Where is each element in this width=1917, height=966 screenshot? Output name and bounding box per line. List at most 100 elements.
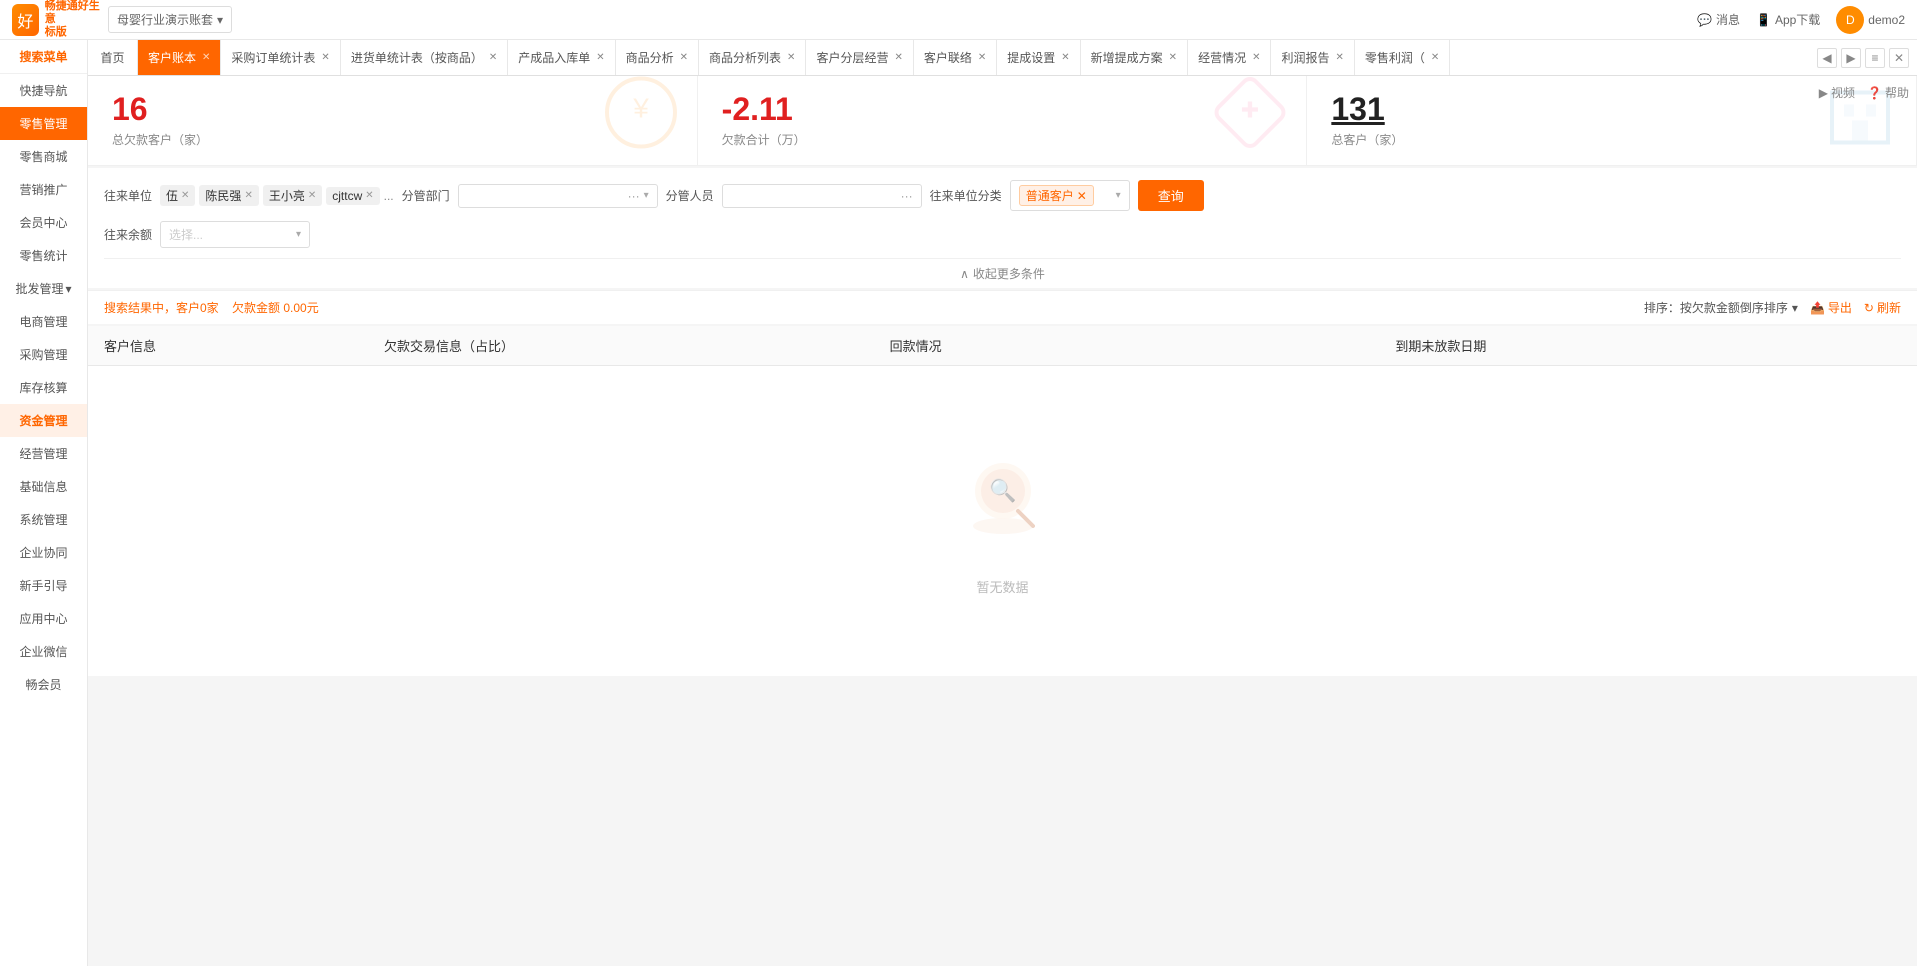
help-label: 帮助 (1885, 84, 1909, 101)
tab-product-analysis[interactable]: 商品分析 ✕ (616, 40, 699, 76)
tab-label: 零售利润（ (1365, 49, 1425, 66)
filter-collapse[interactable]: ∧ 收起更多条件 (104, 258, 1901, 288)
query-button[interactable]: 查询 (1138, 180, 1204, 211)
filter-tag-gu[interactable]: 伍 ✕ (160, 185, 195, 206)
filter-tag-more[interactable]: ... (384, 189, 394, 203)
app-download-btn[interactable]: 📱 App下载 (1756, 11, 1820, 28)
result-bar: 搜索结果中，客户0家 欠款金额 0.00元 排序：按欠款金额倒序排序 ▾ 📤 导… (88, 290, 1917, 324)
tab-close-icon[interactable]: ✕ (1335, 52, 1343, 63)
tab-scroll-left-btn[interactable]: ◀ (1817, 48, 1837, 68)
tab-product-analysis-list[interactable]: 商品分析列表 ✕ (699, 40, 806, 76)
table-header: 客户信息 欠款交易信息（占比） 回款情况 到期未放款日期 (88, 326, 1917, 366)
logo-icon: 好 (12, 4, 39, 36)
tab-purchase-order-stats[interactable]: 采购订单统计表 ✕ (221, 40, 340, 76)
help-btn[interactable]: ❓ 帮助 (1867, 84, 1909, 101)
filter-tag-wang-label: 王小亮 (269, 187, 305, 204)
dept-select[interactable]: ··· ▾ (458, 184, 658, 208)
top-bar: 好 畅捷通好生意标版 母婴行业演示账套 ▾ 💬 消息 📱 App下载 D dem… (0, 0, 1917, 40)
sidebar-item-mkt-promo[interactable]: 营销推广 (0, 173, 87, 206)
sidebar-item-capital-mgmt[interactable]: 资金管理 (0, 404, 87, 437)
tab-label: 客户联络 (924, 49, 972, 66)
tab-close-icon[interactable]: ✕ (596, 52, 604, 63)
tab-new-scheme[interactable]: 新增提成方案 ✕ (1081, 40, 1188, 76)
tenant-selector[interactable]: 母婴行业演示账套 ▾ (108, 6, 232, 33)
video-btn[interactable]: ▶ 视频 (1819, 84, 1855, 101)
tab-customer-segment[interactable]: 客户分层经营 ✕ (806, 40, 913, 76)
tab-customer-account[interactable]: 客户账本 ✕ (138, 40, 221, 76)
sidebar-item-corp-wechat[interactable]: 企业微信 (0, 635, 87, 668)
stat-debit-customers: ¥ 16 总欠款客户（家） (88, 76, 698, 165)
message-btn[interactable]: 💬 消息 (1697, 11, 1740, 28)
export-btn[interactable]: 📤 导出 (1810, 299, 1852, 316)
refresh-btn[interactable]: ↻ 刷新 (1864, 299, 1901, 316)
tab-close-all-btn[interactable]: ✕ (1889, 48, 1909, 68)
tab-close-icon[interactable]: ✕ (680, 52, 688, 63)
sidebar-item-batch-mgmt[interactable]: 批发管理 ▾ (0, 272, 87, 305)
tab-close-icon[interactable]: ✕ (1169, 52, 1177, 63)
sidebar-search-btn[interactable]: 搜索菜单 (0, 40, 87, 74)
tab-close-icon[interactable]: ✕ (1431, 52, 1439, 63)
tab-close-icon[interactable]: ✕ (1252, 52, 1260, 63)
app-label: App下载 (1775, 11, 1820, 28)
tab-ops-overview[interactable]: 经营情况 ✕ (1188, 40, 1271, 76)
sidebar-item-retail-mgmt[interactable]: 零售管理 (0, 107, 87, 140)
collapse-btn[interactable]: ∧ 收起更多条件 (960, 265, 1045, 282)
tab-more-btn[interactable]: ≡ (1865, 48, 1885, 68)
tab-close-icon[interactable]: ✕ (489, 52, 497, 63)
logo-text: 畅捷通好生意标版 (45, 0, 100, 39)
tab-bar-controls: ◀ ▶ ≡ ✕ (1809, 48, 1917, 68)
tab-close-icon[interactable]: ✕ (787, 52, 795, 63)
sidebar-item-ops-mgmt[interactable]: 经营管理 (0, 437, 87, 470)
filter-tag-cjttcw-close[interactable]: ✕ (365, 190, 373, 201)
stat-total-customers-value[interactable]: 131 (1331, 93, 1384, 125)
tab-close-icon[interactable]: ✕ (321, 52, 329, 63)
diamond-cross-icon: ✚ (1214, 76, 1286, 165)
sidebar-item-ecom-mgmt[interactable]: 电商管理 (0, 305, 87, 338)
sidebar-item-purchase-mgmt[interactable]: 采购管理 (0, 338, 87, 371)
unit-category-label: 往来单位分类 (930, 187, 1002, 204)
tab-retail-profit[interactable]: 零售利润（ ✕ (1355, 40, 1450, 76)
sidebar-item-retail-shop[interactable]: 零售商城 (0, 140, 87, 173)
sidebar-item-biz-coop[interactable]: 企业协同 (0, 536, 87, 569)
sidebar-item-quick-nav[interactable]: 快捷导航 (0, 74, 87, 107)
tab-commission-settings[interactable]: 提成设置 ✕ (997, 40, 1080, 76)
export-icon: 📤 (1810, 301, 1825, 315)
sidebar-item-inventory[interactable]: 库存核算 (0, 371, 87, 404)
tab-close-icon[interactable]: ✕ (978, 52, 986, 63)
remain-select[interactable]: 选择... ▾ (160, 221, 310, 248)
filter-tag-wang-close[interactable]: ✕ (308, 190, 316, 201)
filter-tag-gu-close[interactable]: ✕ (181, 190, 189, 201)
filter-tag-wang[interactable]: 王小亮 ✕ (263, 185, 322, 206)
unit-category-select[interactable]: 普通客户 ✕ ▾ (1010, 180, 1130, 211)
filter-tag-chen-close[interactable]: ✕ (244, 190, 252, 201)
sidebar-item-member-plus[interactable]: 畅会员 (0, 668, 87, 701)
sidebar-item-retail-stats[interactable]: 零售统计 (0, 239, 87, 272)
filter-tag-cjttcw[interactable]: cjttcw ✕ (326, 187, 379, 205)
sidebar-item-member-center[interactable]: 会员中心 (0, 206, 87, 239)
tab-close-icon[interactable]: ✕ (202, 52, 210, 63)
filter-tag-group: 伍 ✕ 陈民强 ✕ 王小亮 ✕ (160, 185, 394, 206)
content-area: 首页 客户账本 ✕ 采购订单统计表 ✕ 进货单统计表（按商品） ✕ 产成品入库单… (88, 40, 1917, 966)
sidebar-item-sys-mgmt[interactable]: 系统管理 (0, 503, 87, 536)
tab-home[interactable]: 首页 (88, 40, 138, 76)
filter-tag-chen[interactable]: 陈民强 ✕ (199, 185, 258, 206)
unit-category-tag-close[interactable]: ✕ (1077, 189, 1087, 203)
tab-profit-report[interactable]: 利润报告 ✕ (1271, 40, 1354, 76)
tab-prod-inbound[interactable]: 产成品入库单 ✕ (508, 40, 615, 76)
sidebar-item-app-center[interactable]: 应用中心 (0, 602, 87, 635)
collapse-label: 收起更多条件 (973, 265, 1045, 282)
unit-category-dropdown-arrow: ▾ (1116, 190, 1121, 201)
remain-dropdown-arrow: ▾ (296, 229, 301, 240)
sidebar-item-new-guide[interactable]: 新手引导 (0, 569, 87, 602)
tab-close-icon[interactable]: ✕ (894, 52, 902, 63)
user-info[interactable]: D demo2 (1836, 6, 1905, 34)
sidebar-item-basic-info[interactable]: 基础信息 (0, 470, 87, 503)
col-repayment: 回款情况 (890, 336, 1396, 355)
staff-select[interactable]: ··· (722, 184, 922, 208)
top-bar-right: 💬 消息 📱 App下载 D demo2 (1697, 6, 1905, 34)
tab-close-icon[interactable]: ✕ (1061, 52, 1069, 63)
tab-inventory-stats[interactable]: 进货单统计表（按商品） ✕ (341, 40, 508, 76)
result-sort[interactable]: 排序：按欠款金额倒序排序 ▾ (1644, 299, 1798, 316)
tab-customer-contact[interactable]: 客户联络 ✕ (914, 40, 997, 76)
tab-scroll-right-btn[interactable]: ▶ (1841, 48, 1861, 68)
